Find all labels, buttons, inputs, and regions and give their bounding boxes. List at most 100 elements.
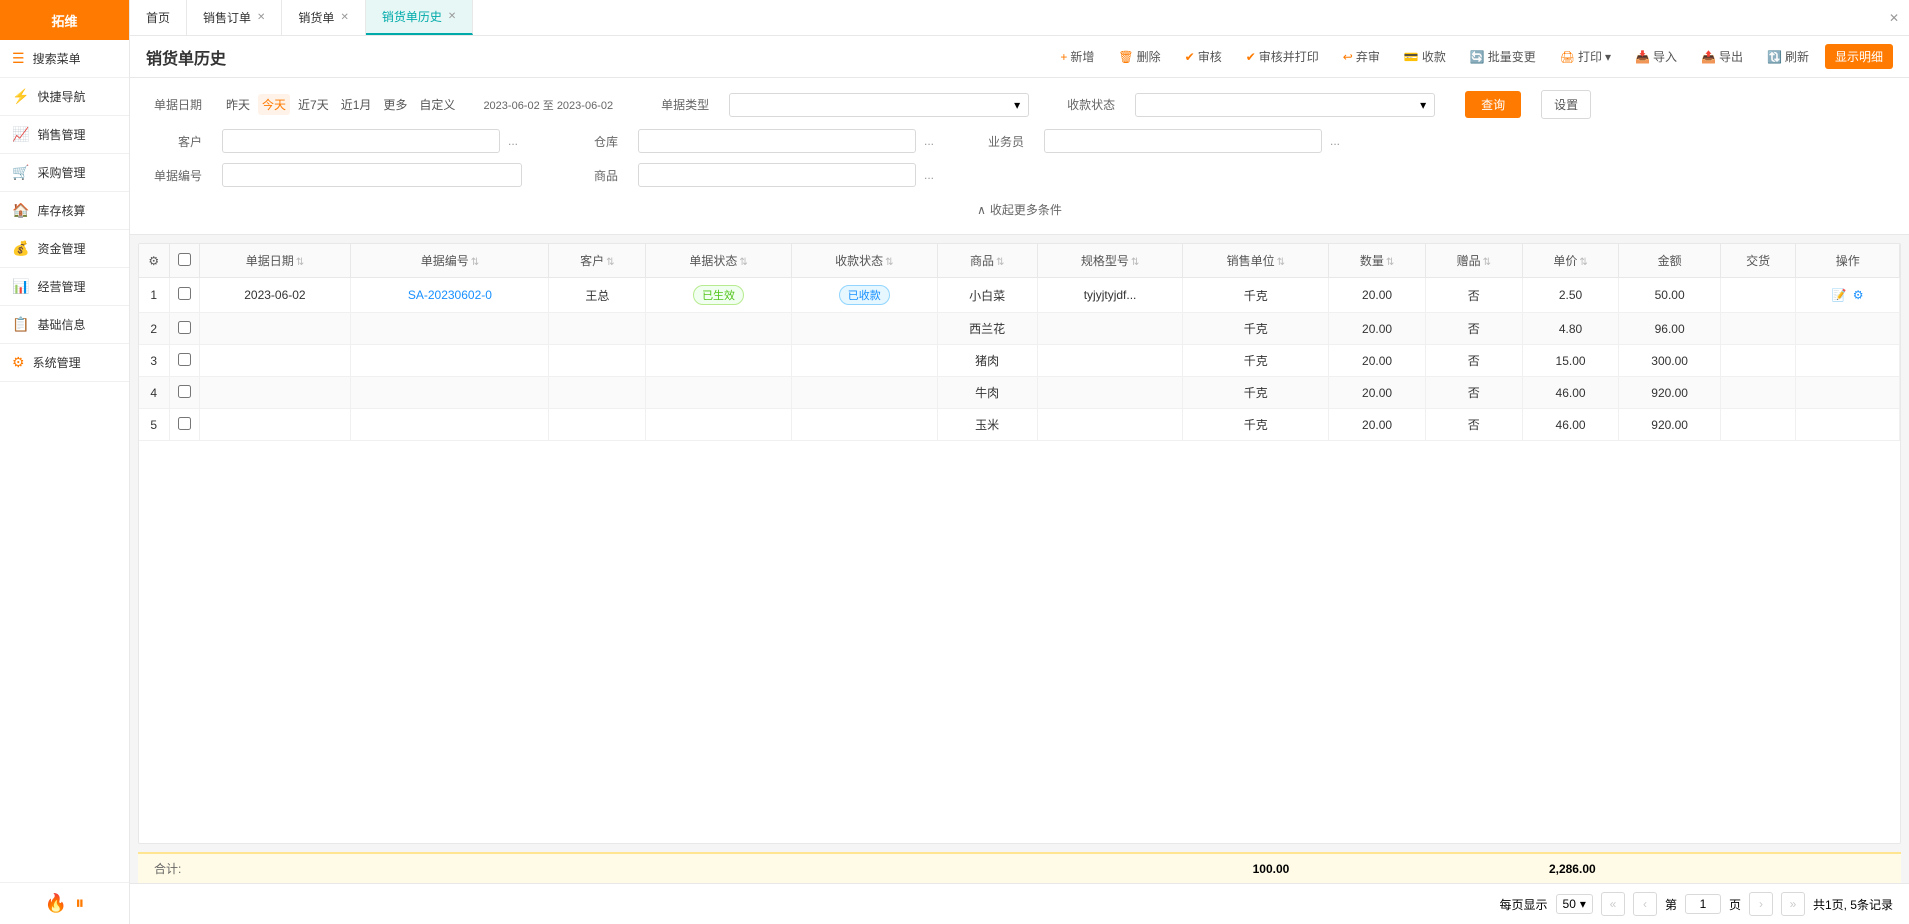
date-btn-yesterday[interactable]: 昨天 <box>222 94 254 115</box>
staff-ellipsis[interactable]: ... <box>1326 134 1344 148</box>
col-spec-type[interactable]: 规格型号⇅ <box>1037 244 1183 278</box>
page-number-input[interactable] <box>1685 894 1721 914</box>
date-btn-more[interactable]: 更多 <box>379 94 411 115</box>
col-customer[interactable]: 客户⇅ <box>549 244 646 278</box>
row-checkbox[interactable] <box>178 417 191 430</box>
tab-sales-order[interactable]: 销售订单 ✕ <box>187 0 282 35</box>
query-button[interactable]: 查询 <box>1465 91 1521 118</box>
sidebar-item-label: 销售管理 <box>37 126 85 143</box>
doc-number-input[interactable] <box>222 163 522 187</box>
sidebar-item-basic-info[interactable]: 📋 基础信息 <box>0 306 129 344</box>
row-checkbox[interactable] <box>178 385 191 398</box>
row-checkbox[interactable] <box>178 321 191 334</box>
sidebar-item-sys-mgmt[interactable]: ⚙ 系统管理 <box>0 344 129 382</box>
warehouse-input[interactable] <box>638 129 916 153</box>
cell-payment-status: 已收款 <box>791 278 937 313</box>
col-goods[interactable]: 商品⇅ <box>937 244 1037 278</box>
op-more-btn[interactable]: ⚙ <box>1853 288 1864 302</box>
abandon-button[interactable]: ↩ 弃审 <box>1335 44 1388 69</box>
col-checkbox[interactable] <box>169 244 199 278</box>
new-button[interactable]: + 新增 <box>1052 44 1102 69</box>
row-checkbox[interactable] <box>178 287 191 300</box>
page-next-btn[interactable]: › <box>1749 892 1773 916</box>
tab-sales-goods[interactable]: 销货单 ✕ <box>282 0 365 35</box>
cell-checkbox[interactable] <box>169 278 199 313</box>
col-quantity[interactable]: 数量⇅ <box>1329 244 1426 278</box>
date-btn-1month[interactable]: 近1月 <box>337 94 376 115</box>
footer-total-quantity: 100.00 <box>1253 862 1290 876</box>
doc-type-select[interactable]: ▾ <box>729 93 1029 117</box>
audit-button[interactable]: ✔ 审核 <box>1177 44 1230 69</box>
footer-label: 合计: <box>154 860 214 877</box>
col-unit-price[interactable]: 单价⇅ <box>1522 244 1619 278</box>
tab-home[interactable]: 首页 <box>130 0 187 35</box>
page-first-btn[interactable]: « <box>1601 892 1625 916</box>
staff-input[interactable] <box>1044 129 1322 153</box>
delete-button[interactable]: 🗑 删除 <box>1110 44 1168 69</box>
tab-sales-history[interactable]: 销货单历史 ✕ <box>366 0 473 35</box>
sidebar-item-fund-mgmt[interactable]: 💰 资金管理 <box>0 230 129 268</box>
col-doc-number[interactable]: 单据编号⇅ <box>351 244 549 278</box>
sort-icon: ⇅ <box>606 257 614 268</box>
show-detail-button[interactable]: 显示明细 <box>1825 44 1893 69</box>
settings-button[interactable]: 设置 <box>1541 90 1591 119</box>
cell-checkbox[interactable] <box>169 345 199 377</box>
page-last-btn[interactable]: » <box>1781 892 1805 916</box>
op-edit-btn[interactable]: 📝 <box>1832 288 1847 302</box>
col-payment-status[interactable]: 收款状态⇅ <box>791 244 937 278</box>
sidebar-item-search-menu[interactable]: ☰ 搜索菜单 <box>0 40 129 78</box>
collect-button[interactable]: 💳 收款 <box>1396 44 1454 69</box>
col-doc-date-label: 单据日期 <box>246 254 294 268</box>
col-doc-date[interactable]: 单据日期⇅ <box>199 244 351 278</box>
goods-input[interactable] <box>638 163 916 187</box>
page-prev-btn[interactable]: ‹ <box>1633 892 1657 916</box>
cell-doc-status <box>646 409 792 441</box>
col-doc-status[interactable]: 单据状态⇅ <box>646 244 792 278</box>
date-btn-7days[interactable]: 近7天 <box>294 94 333 115</box>
sidebar-fire-btn[interactable]: 🔥 <box>45 893 67 914</box>
cell-checkbox[interactable] <box>169 409 199 441</box>
tab-sales-order-close[interactable]: ✕ <box>257 12 265 23</box>
export-button[interactable]: 📤 导出 <box>1693 44 1751 69</box>
batch-change-button[interactable]: 🔄 批量变更 <box>1462 44 1544 69</box>
row-checkbox[interactable] <box>178 353 191 366</box>
sidebar-pause-btn[interactable]: ⏸ <box>75 893 84 914</box>
col-settings[interactable]: ⚙ <box>139 244 169 278</box>
date-btn-today[interactable]: 今天 <box>258 94 290 115</box>
sidebar-item-inventory-calc[interactable]: 🏠 库存核算 <box>0 192 129 230</box>
col-sales-unit[interactable]: 销售单位⇅ <box>1183 244 1329 278</box>
col-gift[interactable]: 赠品⇅ <box>1425 244 1522 278</box>
import-button[interactable]: 📥 导入 <box>1627 44 1685 69</box>
page-label: 第 <box>1665 896 1677 913</box>
collapse-filter-btn[interactable]: ∧ 收起更多条件 <box>973 197 1066 222</box>
tab-bar-close-all[interactable]: ✕ <box>1879 0 1909 35</box>
sidebar-item-purchase-mgmt[interactable]: 🛒 采购管理 <box>0 154 129 192</box>
tab-sales-history-close[interactable]: ✕ <box>448 11 456 22</box>
doc-number-link[interactable]: SA-20230602-0 <box>408 288 492 302</box>
refresh-button[interactable]: 🔃 刷新 <box>1759 44 1817 69</box>
date-btn-custom[interactable]: 自定义 <box>415 94 459 115</box>
cell-payment-status <box>791 345 937 377</box>
sidebar-item-label: 资金管理 <box>37 240 85 257</box>
cell-quantity: 20.00 <box>1329 345 1426 377</box>
cell-checkbox[interactable] <box>169 313 199 345</box>
table-row: 4 牛肉 千克 20.00 否 46.00 920.00 <box>139 377 1900 409</box>
ops-icon: 📊 <box>12 278 29 295</box>
tab-sales-goods-close[interactable]: ✕ <box>340 12 348 23</box>
customer-input[interactable] <box>222 129 500 153</box>
select-all-checkbox[interactable] <box>178 253 191 266</box>
goods-ellipsis[interactable]: ... <box>920 168 938 182</box>
print-button[interactable]: 🖨 打印 ▾ <box>1552 44 1619 69</box>
batch-change-label: 批量变更 <box>1488 48 1536 65</box>
page-size-select[interactable]: 50 ▾ <box>1556 894 1593 914</box>
audit-print-button[interactable]: ✔ 审核并打印 <box>1238 44 1327 69</box>
cell-checkbox[interactable] <box>169 377 199 409</box>
cell-doc-date <box>199 313 351 345</box>
sidebar-item-quick-nav[interactable]: ⚡ 快捷导航 <box>0 78 129 116</box>
customer-ellipsis[interactable]: ... <box>504 134 522 148</box>
cell-sales-unit: 千克 <box>1183 313 1329 345</box>
warehouse-ellipsis[interactable]: ... <box>920 134 938 148</box>
sidebar-item-ops-mgmt[interactable]: 📊 经营管理 <box>0 268 129 306</box>
sidebar-item-sales-mgmt[interactable]: 📈 销售管理 <box>0 116 129 154</box>
payment-status-select[interactable]: ▾ <box>1135 93 1435 117</box>
